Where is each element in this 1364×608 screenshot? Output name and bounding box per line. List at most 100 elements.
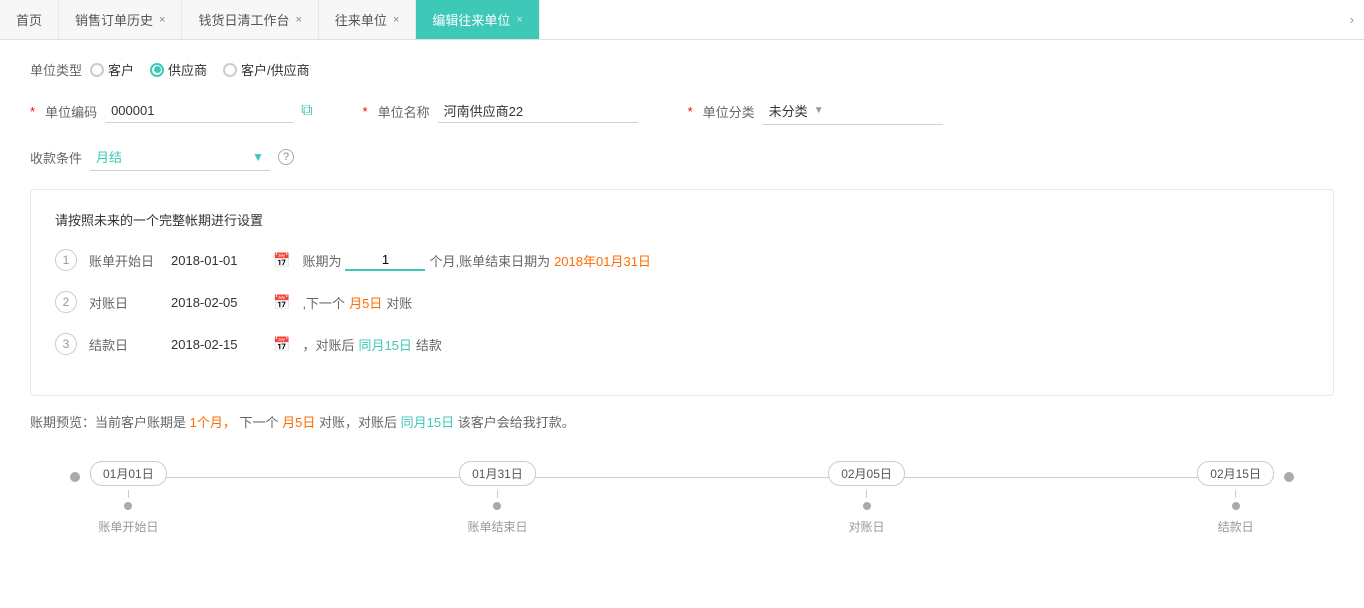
section-box: 请按照未来的一个完整帐期进行设置 1 账单开始日 2018-01-01 📅 账期… — [30, 189, 1334, 396]
tl-dot-1 — [124, 502, 132, 510]
step-3-date: 2018-02-15 — [171, 337, 261, 352]
preview-label: 账期预览：当前客户账期是 — [30, 415, 186, 430]
name-input[interactable] — [438, 99, 638, 123]
radio-customer-label: 客户 — [108, 60, 134, 79]
tab-sales-close[interactable]: × — [159, 14, 165, 26]
payment-group: 收款条件 月结 ▼ ? — [30, 143, 294, 171]
category-arrow-icon: ▼ — [814, 105, 824, 116]
step-2-suffix: 对账 — [386, 293, 412, 312]
step-3-prefix: ，对账后 — [302, 335, 354, 354]
tab-edit-partner-close[interactable]: × — [516, 14, 522, 26]
tab-scroll-arrow[interactable]: › — [1340, 0, 1364, 39]
timeline-item-4: 02月15日 结款日 — [1197, 461, 1274, 535]
tl-label-4: 结款日 — [1218, 518, 1254, 535]
tl-label-1: 账单开始日 — [98, 518, 158, 535]
copy-icon[interactable]: ⧉ — [301, 102, 312, 120]
step-3-num: 3 — [55, 333, 77, 355]
name-label: 单位名称 — [378, 102, 430, 121]
tl-label-2: 账单结束日 — [467, 518, 527, 535]
tab-cash-label: 钱货日清工作台 — [198, 10, 289, 29]
tab-partner[interactable]: 往来单位 × — [319, 0, 416, 39]
tl-connector-4 — [1235, 490, 1236, 498]
tl-dot-2 — [493, 502, 501, 510]
step-3-row: 3 结款日 2018-02-15 📅 ，对账后 同月15日 结款 — [55, 333, 1309, 355]
tab-sales-label: 销售订单历史 — [75, 10, 153, 29]
tab-sales-history[interactable]: 销售订单历史 × — [59, 0, 182, 39]
tab-partner-close[interactable]: × — [393, 14, 399, 26]
step-2-calendar-icon[interactable]: 📅 — [273, 294, 290, 311]
timeline-container: 01月01日 账单开始日 01月31日 账单结束日 02月05日 对账日 — [30, 451, 1334, 565]
step-3-label: 结款日 — [89, 335, 159, 354]
tab-edit-partner[interactable]: 编辑往来单位 × — [416, 0, 539, 39]
unit-type-row: 单位类型 客户 供应商 客户/供应商 — [30, 60, 1334, 79]
radio-both-circle — [223, 63, 237, 77]
radio-supplier-circle — [150, 63, 164, 77]
period-input[interactable] — [345, 250, 425, 271]
preview-end: 该客户会给我打款。 — [458, 415, 575, 430]
timeline-badge-1: 01月01日 — [90, 461, 167, 486]
tl-dot-4 — [1232, 502, 1240, 510]
preview-mid: 下一个 — [240, 415, 279, 430]
preview-after: 对账，对账后 — [319, 415, 397, 430]
payment-dropdown-arrow: ▼ — [252, 150, 264, 164]
category-value: 未分类 — [769, 101, 808, 120]
category-star: * — [688, 104, 693, 119]
unit-type-group: 单位类型 客户 供应商 客户/供应商 — [30, 60, 310, 79]
step-3-highlight: 同月15日 — [358, 335, 411, 354]
category-group: * 单位分类 未分类 ▼ — [688, 97, 943, 125]
category-label: 单位分类 — [703, 102, 755, 121]
step-2-prefix: ,下一个 — [302, 293, 345, 312]
code-group: * 单位编码 ⧉ — [30, 99, 313, 123]
code-input[interactable] — [105, 99, 293, 123]
preview-day: 月5日 — [282, 415, 315, 430]
timeline-item-3: 02月05日 对账日 — [828, 461, 905, 535]
radio-customer-circle — [90, 63, 104, 77]
tl-connector-1 — [128, 490, 129, 498]
category-dropdown[interactable]: 未分类 ▼ — [763, 97, 943, 125]
tl-connector-3 — [866, 490, 867, 498]
radio-group: 客户 供应商 客户/供应商 — [90, 60, 310, 79]
radio-supplier-label: 供应商 — [168, 60, 207, 79]
timeline-start-dot — [70, 472, 80, 482]
help-icon[interactable]: ? — [278, 149, 294, 165]
tab-partner-label: 往来单位 — [335, 10, 387, 29]
step-1-label: 账单开始日 — [89, 251, 159, 270]
preview-period: 1个月， — [190, 415, 236, 430]
tl-label-3: 对账日 — [849, 518, 885, 535]
payment-value: 月结 — [96, 147, 246, 166]
payment-dropdown[interactable]: 月结 ▼ — [90, 143, 270, 171]
step-1-desc: 账期为 个月,账单结束日期为 2018年01月31日 — [302, 250, 650, 271]
tab-cash-close[interactable]: × — [295, 14, 301, 26]
timeline-items: 01月01日 账单开始日 01月31日 账单结束日 02月05日 对账日 — [90, 461, 1274, 535]
name-group: * 单位名称 — [363, 99, 638, 123]
tab-cash-work[interactable]: 钱货日清工作台 × — [182, 0, 318, 39]
step-2-label: 对账日 — [89, 293, 159, 312]
name-star: * — [363, 104, 368, 119]
code-star: * — [30, 104, 35, 119]
radio-both[interactable]: 客户/供应商 — [223, 60, 310, 79]
step-1-suffix: 个月,账单结束日期为 — [429, 251, 550, 270]
main-content: 单位类型 客户 供应商 客户/供应商 * 单位编码 — [0, 40, 1364, 608]
code-name-row: * 单位编码 ⧉ * 单位名称 * 单位分类 未分类 ▼ — [30, 97, 1334, 125]
step-2-row: 2 对账日 2018-02-05 📅 ,下一个 月5日 对账 — [55, 291, 1309, 313]
tab-home[interactable]: 首页 — [0, 0, 59, 39]
timeline-badge-3: 02月05日 — [828, 461, 905, 486]
tl-connector-2 — [497, 490, 498, 498]
step-1-row: 1 账单开始日 2018-01-01 📅 账期为 个月,账单结束日期为 2018… — [55, 249, 1309, 271]
step-3-calendar-icon[interactable]: 📅 — [273, 336, 290, 353]
radio-supplier[interactable]: 供应商 — [150, 60, 207, 79]
step-1-calendar-icon[interactable]: 📅 — [273, 252, 290, 269]
section-title: 请按照未来的一个完整帐期进行设置 — [55, 210, 1309, 229]
step-1-date: 2018-01-01 — [171, 253, 261, 268]
step-3-suffix: 结款 — [416, 335, 442, 354]
payment-label: 收款条件 — [30, 148, 82, 167]
step-1-prefix: 账期为 — [302, 251, 341, 270]
tl-dot-3 — [863, 502, 871, 510]
radio-customer[interactable]: 客户 — [90, 60, 134, 79]
timeline-badge-2: 01月31日 — [459, 461, 536, 486]
step-2-date: 2018-02-05 — [171, 295, 261, 310]
step-1-num: 1 — [55, 249, 77, 271]
timeline-item-2: 01月31日 账单结束日 — [459, 461, 536, 535]
unit-type-label: 单位类型 — [30, 60, 82, 79]
step-2-num: 2 — [55, 291, 77, 313]
